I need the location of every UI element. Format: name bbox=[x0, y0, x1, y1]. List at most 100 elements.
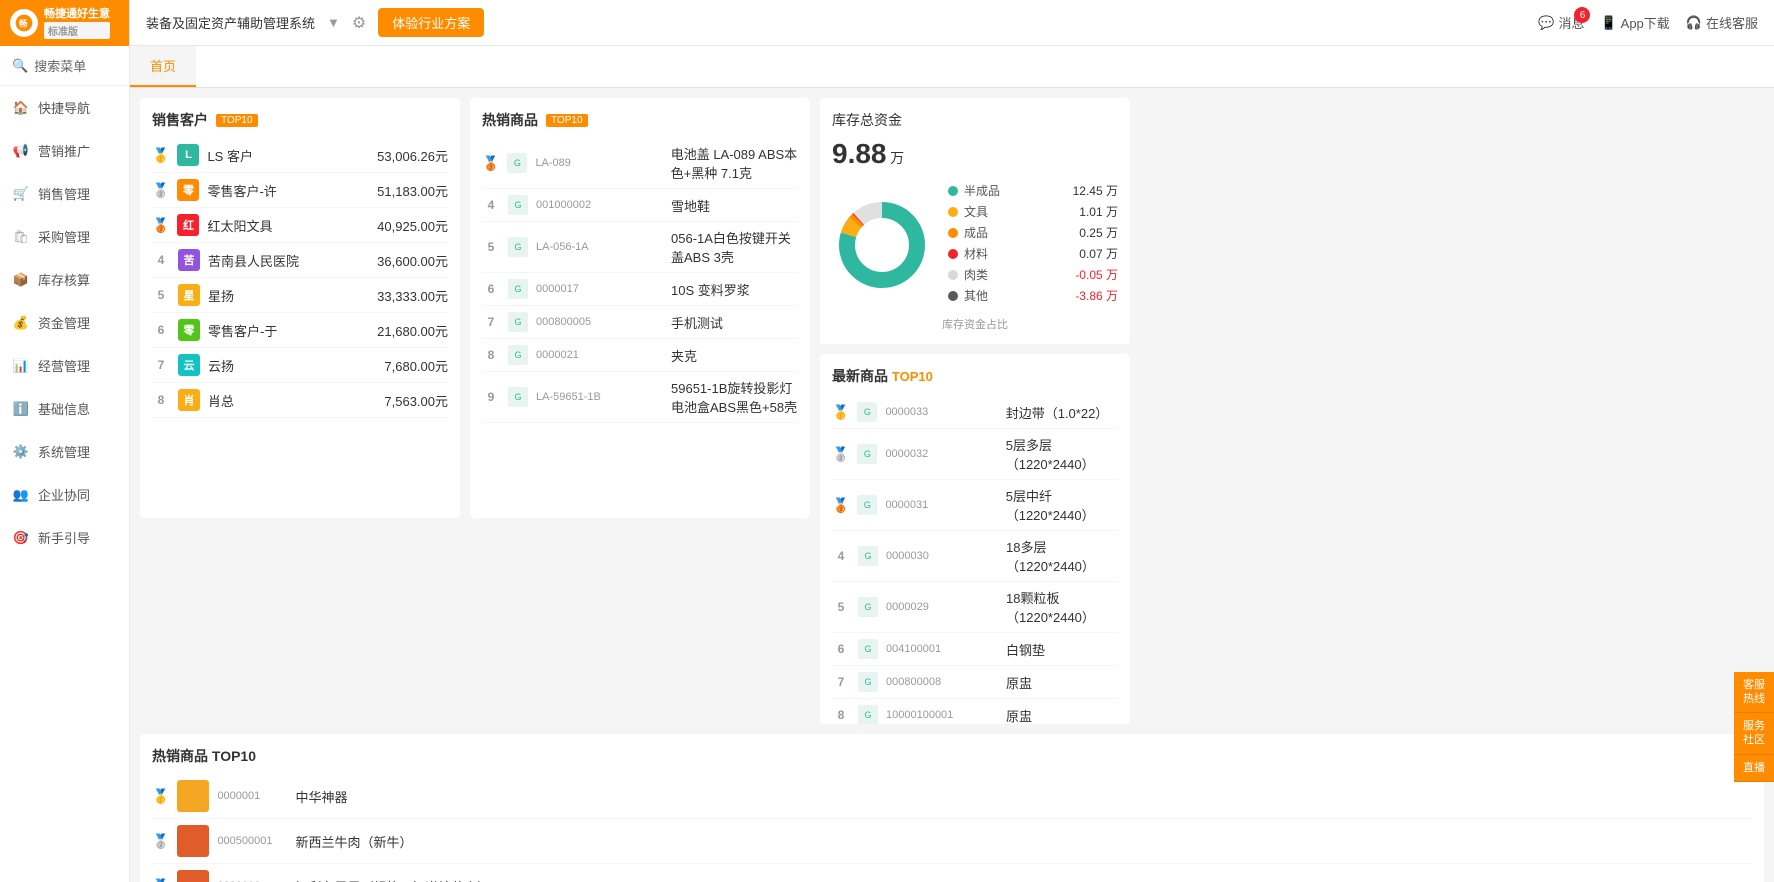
cart-icon: 🛒 bbox=[12, 185, 30, 203]
product-name: 056-1A白色按键开关盖ABS 3壳 bbox=[671, 228, 798, 266]
chart-icon: 📊 bbox=[12, 357, 30, 375]
rank-avatar: 云 bbox=[178, 354, 200, 376]
rank-value: 51,183.00元 bbox=[377, 181, 448, 200]
latest-product-item[interactable]: 5 G 0000029 18颗粒板（1220*2440） bbox=[832, 582, 1118, 633]
hot-product-item[interactable]: 🥉 0000002 智利车子里（规格不知道填什么） bbox=[152, 864, 1752, 882]
product-name: 中华神器 bbox=[295, 787, 1752, 806]
float-service-live[interactable]: 直播 bbox=[1734, 755, 1774, 782]
hot-product-scroll-item[interactable]: 6 G 0000017 10S 变料罗浆 bbox=[482, 273, 798, 306]
box-icon: 📦 bbox=[12, 271, 30, 289]
sidebar-item-inventory[interactable]: 📦 库存核算 bbox=[0, 258, 129, 301]
legend-value: -0.05 万 bbox=[1075, 266, 1118, 283]
product-img: G bbox=[508, 387, 528, 407]
hot-product-scroll-item[interactable]: 🥉 G LA-089 电池盖 LA-089 ABS本色+黑种 7.1克 bbox=[482, 138, 798, 189]
hot-product-scroll-item[interactable]: 8 G 0000021 夹克 bbox=[482, 339, 798, 372]
app-download-btn[interactable]: 📱 App下载 bbox=[1600, 13, 1669, 32]
hot-product-scroll-item[interactable]: 9 G LA-59651-1B 59651-1B旋转投影灯电池盒ABS黑色+58… bbox=[482, 372, 798, 423]
product-name: 5层多层（1220*2440） bbox=[1006, 435, 1118, 473]
sidebar-item-purchase[interactable]: 🛍 采购管理 bbox=[0, 215, 129, 258]
medal-icon: 🥈 bbox=[152, 833, 169, 850]
rank-item[interactable]: 7 云 云扬 7,680.00元 bbox=[152, 348, 448, 383]
product-code: 0000033 bbox=[885, 406, 997, 418]
sidebar-item-label: 库存核算 bbox=[38, 270, 90, 289]
logo-icon: 畅 bbox=[10, 9, 38, 37]
rank-number: 8 bbox=[152, 393, 170, 407]
sidebar-item-enterprise[interactable]: 👥 企业协同 bbox=[0, 473, 129, 516]
main-area: 装备及固定资产辅助管理系统 ▼ ⚙ 体验行业方案 💬 消息 6 📱 App下载 … bbox=[130, 0, 1774, 882]
tab-home[interactable]: 首页 bbox=[130, 46, 196, 87]
rank-item[interactable]: 8 肖 肖总 7,563.00元 bbox=[152, 383, 448, 418]
rank-number: 5 bbox=[152, 288, 170, 302]
latest-products-panel: 最新商品 TOP10 🥇 G 0000033 封边带（1.0*22） 🥈 G 0… bbox=[820, 354, 1130, 724]
rank-number: 5 bbox=[482, 240, 500, 254]
hot-product-scroll-item[interactable]: 7 G 000800005 手机测试 bbox=[482, 306, 798, 339]
sidebar-item-label: 营销推广 bbox=[38, 141, 90, 160]
trial-button[interactable]: 体验行业方案 bbox=[378, 8, 484, 37]
sidebar-item-marketing[interactable]: 📢 营销推广 bbox=[0, 129, 129, 172]
online-service-btn[interactable]: 🎧 在线客服 bbox=[1686, 13, 1758, 32]
latest-product-item[interactable]: 7 G 000800008 原盅 bbox=[832, 666, 1118, 699]
product-code: 000800005 bbox=[536, 316, 663, 328]
float-service-community[interactable]: 服务社区 bbox=[1734, 713, 1774, 755]
hot-products-scroll-header: 热销商品 TOP10 bbox=[482, 110, 798, 130]
rank-item[interactable]: 6 零 零售客户-于 21,680.00元 bbox=[152, 313, 448, 348]
sidebar-item-label: 基础信息 bbox=[38, 399, 90, 418]
float-service-hotline[interactable]: 客服热线 bbox=[1734, 672, 1774, 714]
hot-product-scroll-item[interactable]: 5 G LA-056-1A 056-1A白色按键开关盖ABS 3壳 bbox=[482, 222, 798, 273]
sidebar-item-sales[interactable]: 🛒 销售管理 bbox=[0, 172, 129, 215]
sidebar-item-label: 经营管理 bbox=[38, 356, 90, 375]
rank-item[interactable]: 🥇 L LS 客户 53,006.26元 bbox=[152, 138, 448, 173]
sidebar-item-guide[interactable]: 🎯 新手引导 bbox=[0, 516, 129, 559]
sidebar-item-home[interactable]: 🏠 快捷导航 bbox=[0, 86, 129, 129]
rank-avatar: 零 bbox=[178, 319, 200, 341]
sidebar-item-basic[interactable]: ℹ️ 基础信息 bbox=[0, 387, 129, 430]
rank-name: 苦南县人民医院 bbox=[208, 251, 369, 270]
product-name: 18多层（1220*2440） bbox=[1006, 537, 1118, 575]
message-btn[interactable]: 💬 消息 6 bbox=[1538, 13, 1584, 32]
hot-product-scroll-item[interactable]: 4 G 001000002 雪地鞋 bbox=[482, 189, 798, 222]
product-img bbox=[177, 780, 209, 812]
sidebar-item-finance[interactable]: 💰 资金管理 bbox=[0, 301, 129, 344]
hot-product-item[interactable]: 🥇 0000001 中华神器 bbox=[152, 774, 1752, 819]
product-img: G bbox=[508, 237, 528, 257]
latest-product-item[interactable]: 6 G 004100001 白钢垫 bbox=[832, 633, 1118, 666]
search-icon: 🔍 bbox=[12, 58, 28, 74]
sidebar-item-system[interactable]: ⚙️ 系统管理 bbox=[0, 430, 129, 473]
rank-number: 4 bbox=[152, 253, 170, 267]
rank-item[interactable]: 4 苦 苦南县人民医院 36,600.00元 bbox=[152, 243, 448, 278]
hot-product-item[interactable]: 🥈 000500001 新西兰牛肉（新牛） bbox=[152, 819, 1752, 864]
bag-icon: 🛍 bbox=[12, 228, 30, 246]
legend-value: 0.25 万 bbox=[1079, 224, 1118, 241]
legend-value: -3.86 万 bbox=[1075, 287, 1118, 304]
hot-products-bottom-list: 🥇 0000001 中华神器 🥈 000500001 新西兰牛肉（新牛） 🥉 0… bbox=[152, 774, 1752, 882]
sales-customers-list: 🥇 L LS 客户 53,006.26元 🥈 零 零售客户-许 51,183.0… bbox=[152, 138, 448, 418]
service-label: 在线客服 bbox=[1706, 13, 1758, 32]
header: 装备及固定资产辅助管理系统 ▼ ⚙ 体验行业方案 💬 消息 6 📱 App下载 … bbox=[130, 0, 1774, 46]
rank-name: 肖总 bbox=[208, 391, 376, 410]
rank-item[interactable]: 5 星 星扬 33,333.00元 bbox=[152, 278, 448, 313]
latest-product-item[interactable]: 🥇 G 0000033 封边带（1.0*22） bbox=[832, 396, 1118, 429]
rank-item[interactable]: 🥉 红 红太阳文具 40,925.00元 bbox=[152, 208, 448, 243]
latest-product-item[interactable]: 🥈 G 0000032 5层多层（1220*2440） bbox=[832, 429, 1118, 480]
latest-product-item[interactable]: 4 G 0000030 18多层（1220*2440） bbox=[832, 531, 1118, 582]
search-menu[interactable]: 🔍 搜索菜单 bbox=[0, 46, 129, 86]
product-name: 18颗粒板（1220*2440） bbox=[1006, 588, 1118, 626]
rank-item[interactable]: 🥈 零 零售客户-许 51,183.00元 bbox=[152, 173, 448, 208]
legend-label: 其他 bbox=[948, 287, 1075, 304]
dropdown-icon[interactable]: ▼ bbox=[327, 15, 340, 30]
headset-icon: 🎧 bbox=[1686, 15, 1702, 31]
rank-number: 7 bbox=[482, 315, 500, 329]
settings-icon[interactable]: ⚙ bbox=[352, 13, 366, 33]
rank-number: 6 bbox=[832, 642, 850, 656]
sidebar-item-operations[interactable]: 📊 经营管理 bbox=[0, 344, 129, 387]
product-img: G bbox=[508, 195, 528, 215]
legend-label: 肉类 bbox=[948, 266, 1075, 283]
legend-dot bbox=[948, 186, 958, 196]
product-name: 10S 变料罗浆 bbox=[671, 280, 798, 299]
legend-label: 成品 bbox=[948, 224, 1079, 241]
inventory-unit: 万 bbox=[890, 150, 904, 166]
chart-area: 半成品 12.45 万 文具 1.01 万 成品 0.25 万 材料 0.07 … bbox=[832, 182, 1118, 308]
latest-product-item[interactable]: 🥉 G 0000031 5层中纤（1220*2440） bbox=[832, 480, 1118, 531]
latest-product-item[interactable]: 8 G 10000100001 原盅 bbox=[832, 699, 1118, 724]
legend-value: 1.01 万 bbox=[1079, 203, 1118, 220]
